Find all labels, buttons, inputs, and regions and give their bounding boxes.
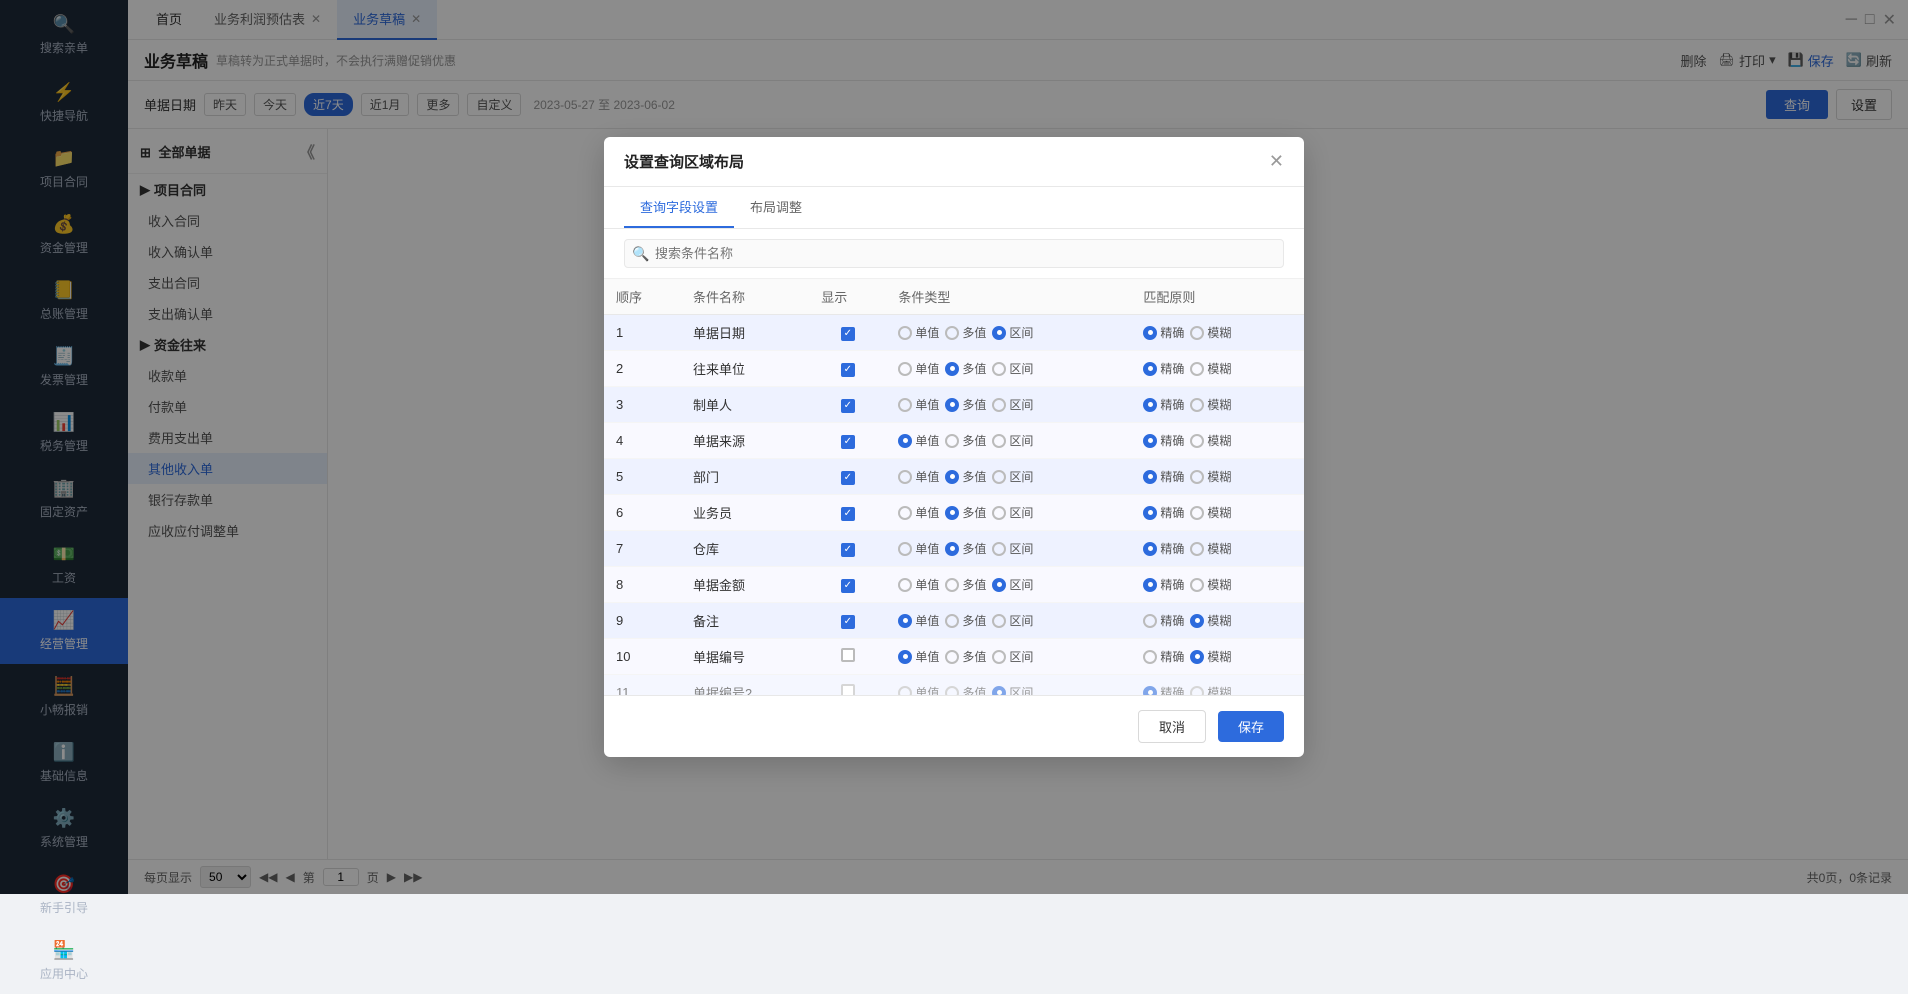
row-match-principle: 精确模糊 [1131, 315, 1304, 351]
modal-overlay: 设置查询区域布局 ✕ 查询字段设置 布局调整 🔍 顺序 [0, 0, 1908, 894]
row-match-principle: 精确模糊 [1131, 495, 1304, 531]
modal-search-area: 🔍 [604, 229, 1304, 279]
row-condition-name: 备注 [681, 603, 809, 639]
row-index: 9 [604, 603, 681, 639]
row-show-checkbox[interactable]: ✓ [809, 387, 886, 423]
row-show-checkbox[interactable]: ✓ [809, 351, 886, 387]
row-condition-name: 业务员 [681, 495, 809, 531]
row-index: 11 [604, 675, 681, 696]
conditions-table: 顺序 条件名称 显示 条件类型 匹配原则 1单据日期✓单值多值区间精确模糊2往来… [604, 279, 1304, 695]
modal-tab-query-fields[interactable]: 查询字段设置 [624, 187, 734, 228]
sidebar-item-label: 应用中心 [40, 965, 88, 982]
sidebar-item-label: 新手引导 [40, 899, 88, 916]
row-match-principle: 精确模糊 [1131, 387, 1304, 423]
modal-close-button[interactable]: ✕ [1269, 151, 1284, 172]
row-index: 4 [604, 423, 681, 459]
row-show-checkbox[interactable]: ✓ [809, 423, 886, 459]
appstore-icon: 🏪 [53, 940, 75, 961]
row-show-checkbox[interactable] [809, 639, 886, 675]
row-condition-type: 单值多值区间 [886, 531, 1131, 567]
search-icon: 🔍 [632, 245, 649, 262]
modal-header: 设置查询区域布局 ✕ [604, 137, 1304, 187]
row-condition-name: 制单人 [681, 387, 809, 423]
row-condition-name: 部门 [681, 459, 809, 495]
row-condition-name: 仓库 [681, 531, 809, 567]
row-condition-type: 单值多值区间 [886, 603, 1131, 639]
search-wrap: 🔍 [624, 239, 1284, 268]
row-condition-name: 单据编号 [681, 639, 809, 675]
col-header-type: 条件类型 [886, 279, 1131, 315]
row-match-principle: 精确模糊 [1131, 567, 1304, 603]
modal-tab-layout[interactable]: 布局调整 [734, 187, 818, 228]
modal-tabs: 查询字段设置 布局调整 [604, 187, 1304, 229]
col-header-match: 匹配原则 [1131, 279, 1304, 315]
row-condition-name: 单据编号2 [681, 675, 809, 696]
row-condition-name: 单据日期 [681, 315, 809, 351]
row-match-principle: 精确模糊 [1131, 459, 1304, 495]
row-condition-type: 单值多值区间 [886, 351, 1131, 387]
row-match-principle: 精确模糊 [1131, 675, 1304, 696]
row-index: 2 [604, 351, 681, 387]
row-match-principle: 精确模糊 [1131, 639, 1304, 675]
row-index: 8 [604, 567, 681, 603]
row-condition-type: 单值多值区间 [886, 423, 1131, 459]
row-show-checkbox[interactable]: ✓ [809, 567, 886, 603]
row-show-checkbox[interactable] [809, 675, 886, 696]
row-show-checkbox[interactable]: ✓ [809, 495, 886, 531]
row-index: 7 [604, 531, 681, 567]
modal-title: 设置查询区域布局 [624, 151, 744, 172]
row-condition-type: 单值多值区间 [886, 675, 1131, 696]
modal-search-input[interactable] [624, 239, 1284, 268]
row-show-checkbox[interactable]: ✓ [809, 603, 886, 639]
row-show-checkbox[interactable]: ✓ [809, 531, 886, 567]
row-match-principle: 精确模糊 [1131, 351, 1304, 387]
row-index: 10 [604, 639, 681, 675]
modal-body: 顺序 条件名称 显示 条件类型 匹配原则 1单据日期✓单值多值区间精确模糊2往来… [604, 279, 1304, 695]
col-header-order: 顺序 [604, 279, 681, 315]
row-show-checkbox[interactable]: ✓ [809, 459, 886, 495]
modal-footer: 取消 保存 [604, 695, 1304, 757]
modal-dialog: 设置查询区域布局 ✕ 查询字段设置 布局调整 🔍 顺序 [604, 137, 1304, 757]
row-match-principle: 精确模糊 [1131, 531, 1304, 567]
col-header-name: 条件名称 [681, 279, 809, 315]
row-match-principle: 精确模糊 [1131, 603, 1304, 639]
row-condition-type: 单值多值区间 [886, 387, 1131, 423]
row-condition-name: 单据金额 [681, 567, 809, 603]
row-index: 1 [604, 315, 681, 351]
row-condition-type: 单值多值区间 [886, 495, 1131, 531]
cancel-button[interactable]: 取消 [1138, 710, 1206, 743]
row-condition-type: 单值多值区间 [886, 459, 1131, 495]
row-condition-type: 单值多值区间 [886, 639, 1131, 675]
row-show-checkbox[interactable]: ✓ [809, 315, 886, 351]
row-condition-type: 单值多值区间 [886, 315, 1131, 351]
row-condition-name: 单据来源 [681, 423, 809, 459]
row-index: 3 [604, 387, 681, 423]
row-index: 6 [604, 495, 681, 531]
col-header-show: 显示 [809, 279, 886, 315]
row-condition-name: 往来单位 [681, 351, 809, 387]
save-modal-button[interactable]: 保存 [1218, 711, 1284, 742]
row-condition-type: 单值多值区间 [886, 567, 1131, 603]
sidebar-item-appstore[interactable]: 🏪 应用中心 [0, 928, 128, 994]
row-match-principle: 精确模糊 [1131, 423, 1304, 459]
row-index: 5 [604, 459, 681, 495]
